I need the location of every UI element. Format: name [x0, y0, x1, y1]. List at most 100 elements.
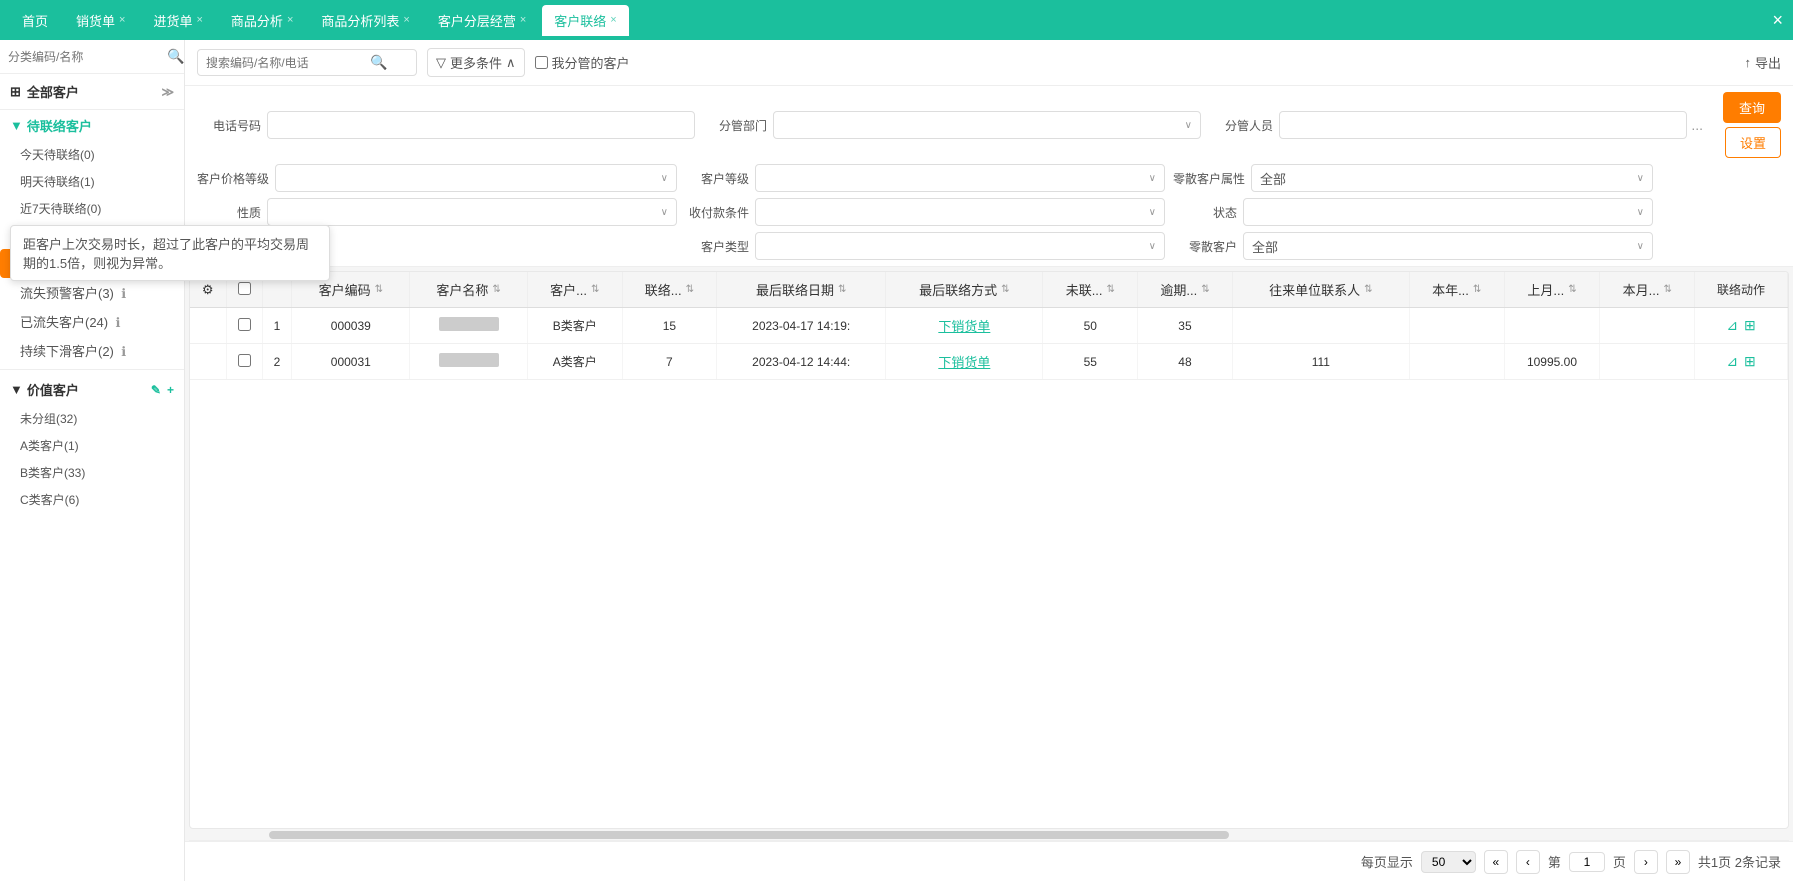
export-button[interactable]: ↑ 导出 [1744, 53, 1781, 72]
phone-input[interactable] [267, 111, 695, 139]
my-customers-checkbox-label[interactable]: 我分管的客户 [535, 53, 630, 72]
tab-customer-management[interactable]: 客户分层经营 × [426, 5, 538, 36]
pagination-bar: 每页显示 50 100 « ‹ 第 页 › » 共1页 2条记录 [185, 841, 1793, 881]
next-page-button[interactable]: › [1634, 850, 1658, 874]
nature-select[interactable]: ∨ [267, 198, 677, 226]
row1-settings [190, 308, 226, 344]
customer-grade-select[interactable]: ∨ [755, 164, 1165, 192]
manager-dots[interactable]: ... [1687, 117, 1707, 133]
sidebar-item-churned[interactable]: 已流失客户(24) ℹ [0, 307, 184, 336]
filter-customer-type: 客户类型 ∨ [685, 232, 1165, 260]
row1-last-method-link[interactable]: 下销货单 [938, 319, 990, 334]
sidebar-item-b-class[interactable]: B类客户(33) [0, 459, 184, 486]
home-tab[interactable]: 首页 [10, 5, 60, 36]
row1-action: ⊿ ⊞ [1695, 308, 1788, 344]
close-all-button[interactable]: × [1772, 10, 1783, 31]
table-scrollbar-thumb[interactable] [269, 831, 1229, 839]
row2-last-method-link[interactable]: 下销货单 [938, 355, 990, 370]
row1-link-icon[interactable]: ⊿ [1726, 317, 1738, 334]
row2-this-month [1600, 344, 1695, 380]
scatter-customer-select[interactable]: 全部 ∨ [1243, 232, 1653, 260]
close-purchase-tab[interactable]: × [196, 14, 202, 26]
query-button[interactable]: 查询 [1723, 92, 1781, 123]
status-select[interactable]: ∨ [1243, 198, 1653, 226]
table-area[interactable]: ⚙ 客户编码 ⇅ [189, 271, 1789, 829]
col-this-month: 本月... ⇅ [1600, 272, 1695, 308]
filter-scatter-customer: 零散客户 全部 ∨ [1173, 232, 1653, 260]
sidebar-item-declining[interactable]: 持续下滑客户(2) ℹ [0, 336, 184, 365]
row1-grid-icon[interactable]: ⊞ [1744, 317, 1756, 334]
sidebar-group-value[interactable]: ▼ 价值客户 ✎ + [0, 374, 184, 405]
close-sales-tab[interactable]: × [119, 14, 125, 26]
row2-name-blurred [439, 353, 499, 367]
search-icon[interactable]: 🔍 [370, 54, 387, 71]
payment-select[interactable]: ∨ [755, 198, 1165, 226]
row2-overdue: 48 [1138, 344, 1233, 380]
add-icon[interactable]: + [167, 383, 174, 397]
filter-nature: 性质 ∨ [197, 198, 677, 226]
table-scrollbar[interactable] [189, 829, 1789, 841]
customer-grade-label: 客户等级 [685, 170, 755, 187]
row2-checkbox-input[interactable] [238, 354, 251, 367]
row1-last-date: 2023-04-17 14:19: [717, 308, 886, 344]
sidebar-item-a-class[interactable]: A类客户(1) [0, 432, 184, 459]
row2-index: 2 [262, 344, 292, 380]
sidebar-item-today[interactable]: 今天待联络(0) [0, 141, 184, 168]
department-select[interactable]: ∨ [773, 111, 1201, 139]
tab-customer-contact[interactable]: 客户联络 × [542, 5, 628, 36]
per-page-select[interactable]: 50 100 [1421, 851, 1476, 873]
first-page-button[interactable]: « [1484, 850, 1508, 874]
sidebar-group-pending[interactable]: ▼ 待联络客户 [0, 110, 184, 141]
row2-last-method: 下销货单 [886, 344, 1043, 380]
select-all-checkbox[interactable] [238, 282, 251, 295]
sidebar: 🔍 ⊞ 全部客户 ≫ ▼ 待联络客户 今天待联络(0) 明天待联络(1) 近7天… [0, 40, 185, 881]
customer-type-select[interactable]: ∨ [755, 232, 1165, 260]
sidebar-all-customers[interactable]: ⊞ 全部客户 ≫ [0, 74, 184, 110]
sort-icon: ⇅ [591, 284, 599, 295]
filter-row-1: 电话号码 分管部门 ∨ 分管人员 ... 查询 设置 [197, 92, 1781, 158]
filter-price-grade: 客户价格等级 ∨ [197, 164, 677, 192]
search-input[interactable] [206, 56, 366, 70]
tab-purchase[interactable]: 进货单 × [141, 5, 214, 36]
sidebar-item-churn-warning[interactable]: 流失预警客户(3) ℹ [0, 278, 184, 307]
row2-action-icons: ⊿ ⊞ [1701, 353, 1781, 370]
sort-icon: ⇅ [1364, 284, 1372, 295]
close-customer-contact-tab[interactable]: × [610, 14, 616, 26]
page-input[interactable] [1569, 852, 1605, 872]
settings-icon[interactable]: ⚙ [202, 282, 214, 297]
prev-page-button[interactable]: ‹ [1516, 850, 1540, 874]
close-customer-management-tab[interactable]: × [520, 14, 526, 26]
col-unread: 未联... ⇅ [1043, 272, 1138, 308]
row2-grid-icon[interactable]: ⊞ [1744, 353, 1756, 370]
row2-this-year [1409, 344, 1504, 380]
sidebar-item-tomorrow[interactable]: 明天待联络(1) [0, 168, 184, 195]
price-grade-select[interactable]: ∨ [275, 164, 677, 192]
per-page-label: 每页显示 [1361, 852, 1413, 871]
sidebar-search-input[interactable] [8, 50, 163, 64]
tab-sales[interactable]: 销货单 × [64, 5, 137, 36]
settings-button[interactable]: 设置 [1725, 127, 1781, 158]
sidebar-item-unclassified[interactable]: 未分组(32) [0, 405, 184, 432]
sidebar-collapse-btn[interactable]: ≫ [161, 85, 174, 99]
sidebar-search-icon[interactable]: 🔍 [167, 48, 184, 65]
tab-product-analysis[interactable]: 商品分析 × [219, 5, 305, 36]
filter-customer-grade: 客户等级 ∨ [685, 164, 1165, 192]
scatter-customer-label: 零散客户 [1173, 238, 1243, 255]
my-customers-checkbox[interactable] [535, 56, 548, 69]
filter-phone: 电话号码 [197, 111, 695, 139]
tab-product-analysis-list[interactable]: 商品分析列表 × [309, 5, 421, 36]
more-conditions-button[interactable]: ▽ 更多条件 ∧ [427, 48, 525, 77]
sidebar-item-7days[interactable]: 近7天待联络(0) [0, 195, 184, 222]
manager-input[interactable] [1279, 111, 1687, 139]
close-product-analysis-list-tab[interactable]: × [403, 14, 409, 26]
filter-icon: ▽ [436, 55, 446, 71]
row1-checkbox-input[interactable] [238, 318, 251, 331]
close-product-analysis-tab[interactable]: × [287, 14, 293, 26]
last-page-button[interactable]: » [1666, 850, 1690, 874]
sidebar-item-c-class[interactable]: C类客户(6) [0, 486, 184, 513]
edit-icon[interactable]: ✎ [151, 383, 161, 397]
row1-index: 1 [262, 308, 292, 344]
scatter-attr-select[interactable]: 全部 ∨ [1251, 164, 1653, 192]
row2-link-icon[interactable]: ⊿ [1726, 353, 1738, 370]
price-grade-arrow: ∨ [661, 173, 668, 184]
